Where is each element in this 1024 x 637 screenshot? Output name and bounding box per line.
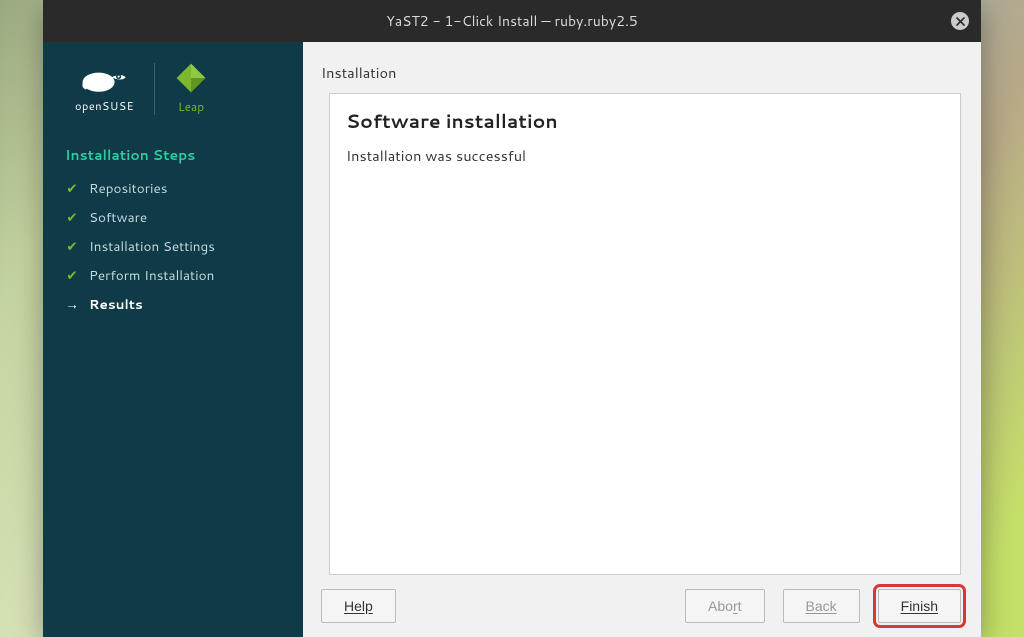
close-icon	[956, 17, 965, 26]
main-content: Installation Software installation Insta…	[303, 42, 981, 637]
step-label: Results	[89, 295, 143, 314]
help-button[interactable]: Help	[321, 589, 396, 623]
help-button-label: Help	[344, 598, 373, 614]
finish-button-label: Finish	[901, 598, 938, 614]
check-icon: ✔	[65, 237, 79, 256]
window: YaST2 - 1-Click Install — ruby.ruby2.5 o…	[43, 0, 981, 637]
sidebar: openSUSE Leap Installation Steps ✔ Repos…	[43, 42, 303, 637]
steps-title: Installation Steps	[65, 145, 303, 165]
result-panel: Software installation Installation was s…	[329, 93, 961, 575]
opensuse-logo: openSUSE	[75, 64, 134, 114]
arrow-right-icon: →	[65, 295, 79, 314]
check-icon: ✔	[65, 208, 79, 227]
leap-brand-text: Leap	[178, 98, 204, 115]
leap-logo: Leap	[175, 62, 207, 115]
close-button[interactable]	[951, 12, 969, 30]
step-repositories: ✔ Repositories	[65, 179, 303, 198]
chameleon-icon	[81, 64, 129, 94]
panel-heading: Software installation	[346, 108, 944, 135]
section-label: Installation	[319, 56, 965, 93]
steps-list: ✔ Repositories ✔ Software ✔ Installation…	[65, 179, 303, 314]
logo-row: openSUSE Leap	[75, 62, 303, 115]
step-results: → Results	[65, 295, 303, 314]
back-button: Back	[783, 589, 860, 623]
logo-divider	[154, 63, 155, 115]
titlebar: YaST2 - 1-Click Install — ruby.ruby2.5	[43, 0, 981, 42]
step-software: ✔ Software	[65, 208, 303, 227]
finish-button[interactable]: Finish	[878, 589, 961, 623]
step-perform-installation: ✔ Perform Installation	[65, 266, 303, 285]
step-installation-settings: ✔ Installation Settings	[65, 237, 303, 256]
panel-message: Installation was successful	[346, 145, 944, 166]
check-icon: ✔	[65, 266, 79, 285]
opensuse-brand-text: openSUSE	[75, 98, 134, 114]
check-icon: ✔	[65, 179, 79, 198]
window-title: YaST2 - 1-Click Install — ruby.ruby2.5	[386, 11, 638, 31]
step-label: Perform Installation	[89, 266, 214, 285]
abort-button-label: Abort	[708, 598, 741, 614]
leap-diamond-icon	[175, 62, 207, 94]
back-button-label: Back	[806, 598, 837, 614]
step-label: Installation Settings	[89, 237, 215, 256]
abort-button: Abort	[685, 589, 764, 623]
window-body: openSUSE Leap Installation Steps ✔ Repos…	[43, 42, 981, 637]
step-label: Software	[89, 208, 147, 227]
step-label: Repositories	[89, 179, 167, 198]
button-row: Help Abort Back Finish	[319, 587, 965, 623]
